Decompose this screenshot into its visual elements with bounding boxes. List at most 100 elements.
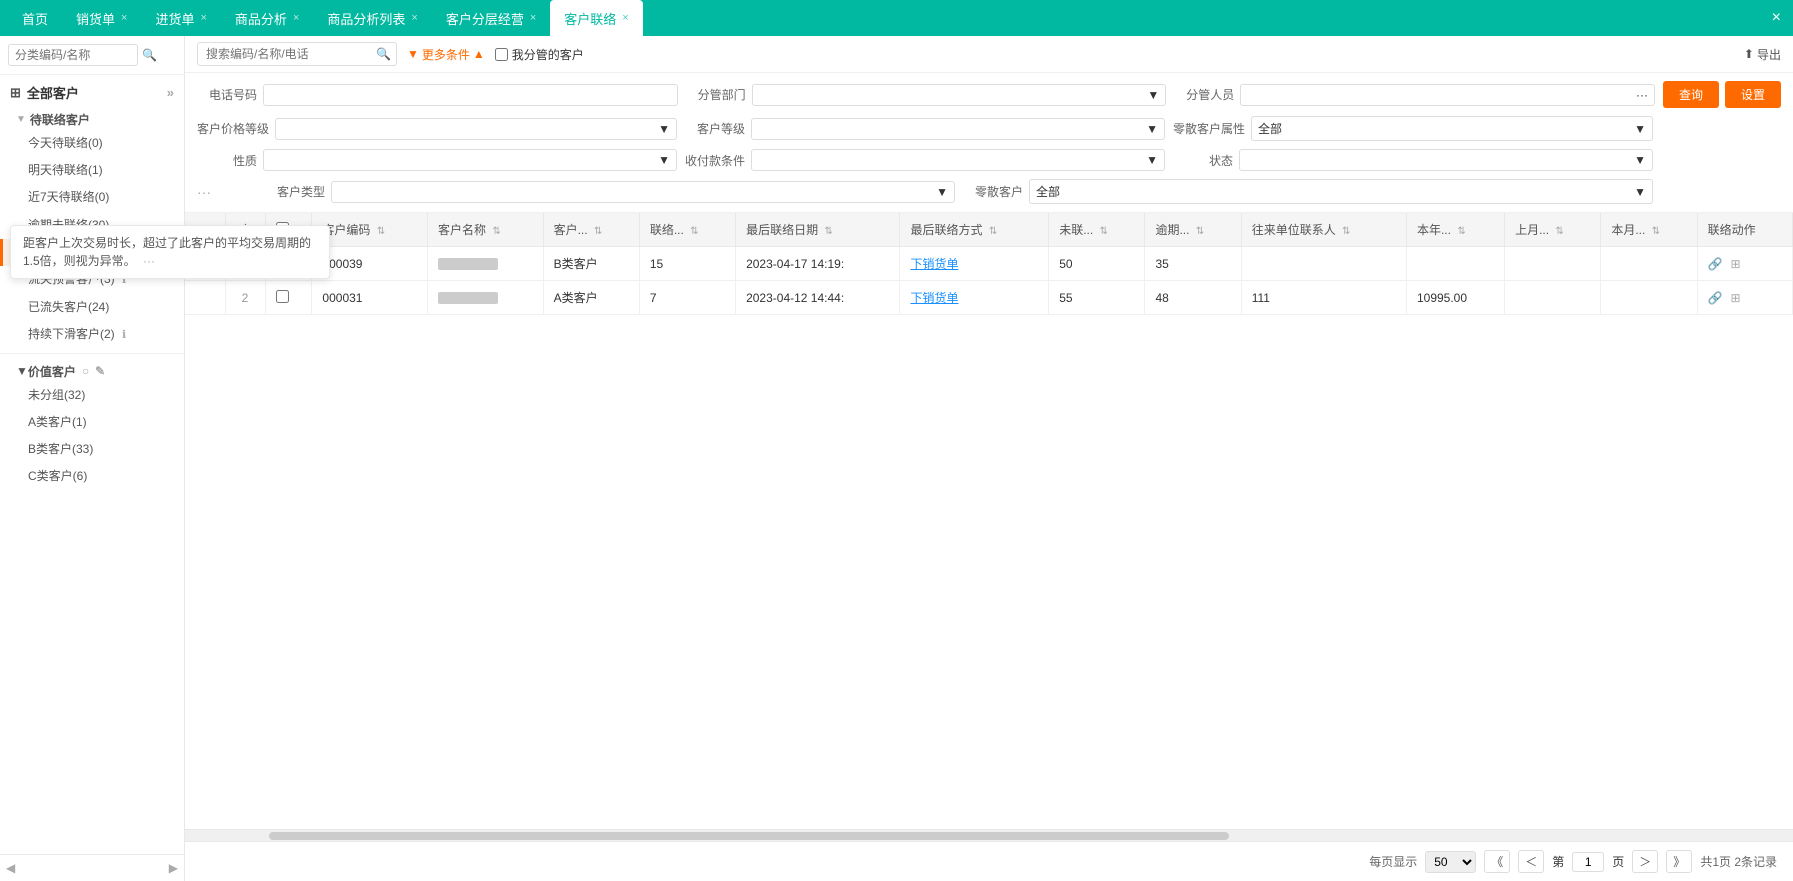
- row2-method-link[interactable]: 下销货单: [910, 291, 958, 305]
- filter-row-1: 电话号码 分管部门 ▼ 分管人员 ···: [197, 81, 1781, 108]
- more-fields-icon[interactable]: ···: [197, 184, 211, 200]
- export-button[interactable]: ⬆ 导出: [1744, 46, 1781, 63]
- status-field: 状态 ▼: [1173, 149, 1653, 171]
- close-product-analysis-icon[interactable]: ×: [293, 12, 299, 24]
- expand-arrow-icon: ▼: [16, 114, 26, 125]
- row1-this-month: [1601, 247, 1697, 281]
- sidebar-footer-right-icon[interactable]: ▶: [169, 861, 178, 875]
- more-conditions-chevron-icon: ▲: [473, 47, 485, 61]
- price-tier-select[interactable]: ▼: [275, 118, 677, 140]
- pagination-bar: 每页显示 50 20 100 《 ＜ 第 页 ＞ 》 共1页 2条记录: [185, 841, 1793, 881]
- dept-select[interactable]: ▼: [752, 84, 1167, 106]
- sidebar-item-today-pending[interactable]: 今天待联络(0): [0, 130, 184, 157]
- row2-checkbox[interactable]: [265, 281, 312, 315]
- all-customers-header[interactable]: ⊞ 全部客户 »: [0, 75, 184, 106]
- close-customer-contact-icon[interactable]: ×: [622, 12, 628, 24]
- table-col-level[interactable]: 客户... ⇅: [543, 213, 639, 247]
- value-customer-settings-icon[interactable]: ✎: [95, 364, 105, 378]
- nav-sales-order[interactable]: 销货单 ×: [62, 0, 141, 36]
- table-col-uncontacted[interactable]: 未联... ⇅: [1049, 213, 1145, 247]
- sidebar-item-tomorrow-pending[interactable]: 明天待联络(1): [0, 157, 184, 184]
- per-page-label: 每页显示: [1369, 853, 1417, 870]
- row2-last-contact-method[interactable]: 下销货单: [900, 281, 1049, 315]
- table-col-this-month[interactable]: 本月... ⇅: [1601, 213, 1697, 247]
- row2-last-month: [1505, 281, 1601, 315]
- nav-product-analysis-list[interactable]: 商品分析列表 ×: [313, 0, 431, 36]
- lingsan-attr-select[interactable]: 全部 ▼: [1251, 116, 1653, 141]
- nav-product-analysis[interactable]: 商品分析 ×: [221, 0, 313, 36]
- table-col-overdue[interactable]: 逾期... ⇅: [1145, 213, 1241, 247]
- value-customer-edit-icon[interactable]: ○: [82, 364, 89, 378]
- my-customers-checkbox-label[interactable]: 我分管的客户: [495, 46, 584, 63]
- nav-home[interactable]: 首页: [8, 0, 62, 36]
- row1-grid-icon[interactable]: ⊞: [1731, 257, 1741, 271]
- page-prefix-label: 第: [1552, 853, 1564, 870]
- sidebar-search-icon[interactable]: 🔍: [142, 48, 157, 62]
- my-customers-checkbox[interactable]: [495, 48, 508, 61]
- phone-label: 电话号码: [197, 86, 257, 103]
- nav-customer-tier[interactable]: 客户分层经营 ×: [432, 0, 550, 36]
- table-col-last-month[interactable]: 上月... ⇅: [1505, 213, 1601, 247]
- close-product-analysis-list-icon[interactable]: ×: [411, 12, 417, 24]
- sidebar-item-a-class[interactable]: A类客户(1): [0, 409, 184, 436]
- next-page-button[interactable]: ＞: [1632, 850, 1658, 873]
- nav-customer-contact[interactable]: 客户联络 ×: [550, 0, 642, 36]
- prev-page-button[interactable]: ＜: [1518, 850, 1544, 873]
- customer-tier-select[interactable]: ▼: [751, 118, 1165, 140]
- status-select[interactable]: ▼: [1239, 149, 1653, 171]
- close-purchase-order-icon[interactable]: ×: [200, 12, 206, 24]
- declining-help-icon[interactable]: ℹ: [122, 329, 126, 341]
- table-col-last-contact-date[interactable]: 最后联络日期 ⇅: [736, 213, 900, 247]
- sidebar-footer-left-icon[interactable]: ◀: [6, 861, 15, 875]
- table-header-row: ⚙ 序 客户编码 ⇅ 客户名称 ⇅ 客户... ⇅ 联络... ⇅ 最后联络日期…: [185, 213, 1793, 247]
- settings-button[interactable]: 设置: [1725, 81, 1781, 108]
- collapse-sidebar-icon[interactable]: »: [167, 85, 174, 100]
- more-conditions-button[interactable]: ▼ 更多条件 ▲: [407, 46, 485, 63]
- table-col-name[interactable]: 客户名称 ⇅: [428, 213, 544, 247]
- row2-grid-icon[interactable]: ⊞: [1731, 291, 1741, 305]
- sidebar-item-7days-pending[interactable]: 近7天待联络(0): [0, 184, 184, 211]
- horizontal-scrollbar[interactable]: [185, 829, 1793, 841]
- nav-purchase-order[interactable]: 进货单 ×: [141, 0, 220, 36]
- price-tier-field: 客户价格等级 ▼: [197, 118, 677, 140]
- row2-link-icon[interactable]: 🔗: [1708, 291, 1723, 305]
- sidebar-item-unclassified[interactable]: 未分组(32): [0, 382, 184, 409]
- query-button[interactable]: 查询: [1663, 81, 1719, 108]
- filter-search-input[interactable]: [197, 42, 397, 66]
- row1-method-link[interactable]: 下销货单: [910, 257, 958, 271]
- close-sales-order-icon[interactable]: ×: [121, 12, 127, 24]
- first-page-button[interactable]: 《: [1484, 850, 1510, 873]
- value-customer-group-header[interactable]: ▼ 价值客户 ○ ✎: [0, 358, 184, 382]
- page-number-input[interactable]: [1572, 852, 1604, 872]
- filter-search-icon[interactable]: 🔍: [376, 47, 391, 61]
- sidebar-item-churned[interactable]: 已流失客户(24): [0, 294, 184, 321]
- lingsan-customer-select[interactable]: 全部 ▼: [1029, 179, 1653, 204]
- close-customer-tier-icon[interactable]: ×: [530, 12, 536, 24]
- row2-contact: 7: [639, 281, 735, 315]
- scrollbar-thumb[interactable]: [269, 832, 1229, 840]
- pending-contact-group[interactable]: ▼ 待联络客户: [0, 106, 184, 130]
- last-page-button[interactable]: 》: [1666, 850, 1692, 873]
- filter-bar: 🔍 ▼ 更多条件 ▲ 我分管的客户 ⬆ 导出: [185, 36, 1793, 73]
- lingsan-customer-label: 零散客户: [963, 183, 1023, 200]
- close-all-tabs-button[interactable]: ×: [1772, 9, 1781, 27]
- payment-select[interactable]: ▼: [751, 149, 1165, 171]
- table-col-contact[interactable]: 联络... ⇅: [639, 213, 735, 247]
- table-col-last-contact-method[interactable]: 最后联络方式 ⇅: [900, 213, 1049, 247]
- row1-link-icon[interactable]: 🔗: [1708, 257, 1723, 271]
- person-select[interactable]: ···: [1240, 84, 1655, 106]
- row1-name-blur: [438, 258, 498, 270]
- sidebar-item-declining[interactable]: 持续下滑客户(2) ℹ: [0, 321, 184, 349]
- sidebar-item-c-class[interactable]: C类客户(6): [0, 463, 184, 490]
- sidebar-search-input[interactable]: [8, 44, 138, 66]
- phone-input[interactable]: [263, 84, 678, 106]
- lingsan-customer-field: 零散客户 全部 ▼: [963, 179, 1653, 204]
- customer-type-select[interactable]: ▼: [331, 181, 955, 203]
- sidebar-item-b-class[interactable]: B类客户(33): [0, 436, 184, 463]
- row2-check[interactable]: [276, 290, 289, 303]
- table-col-this-year[interactable]: 本年... ⇅: [1406, 213, 1504, 247]
- nature-select[interactable]: ▼: [263, 149, 677, 171]
- table-col-past-person[interactable]: 往来单位联系人 ⇅: [1241, 213, 1406, 247]
- per-page-select[interactable]: 50 20 100: [1425, 851, 1476, 873]
- row1-last-contact-method[interactable]: 下销货单: [900, 247, 1049, 281]
